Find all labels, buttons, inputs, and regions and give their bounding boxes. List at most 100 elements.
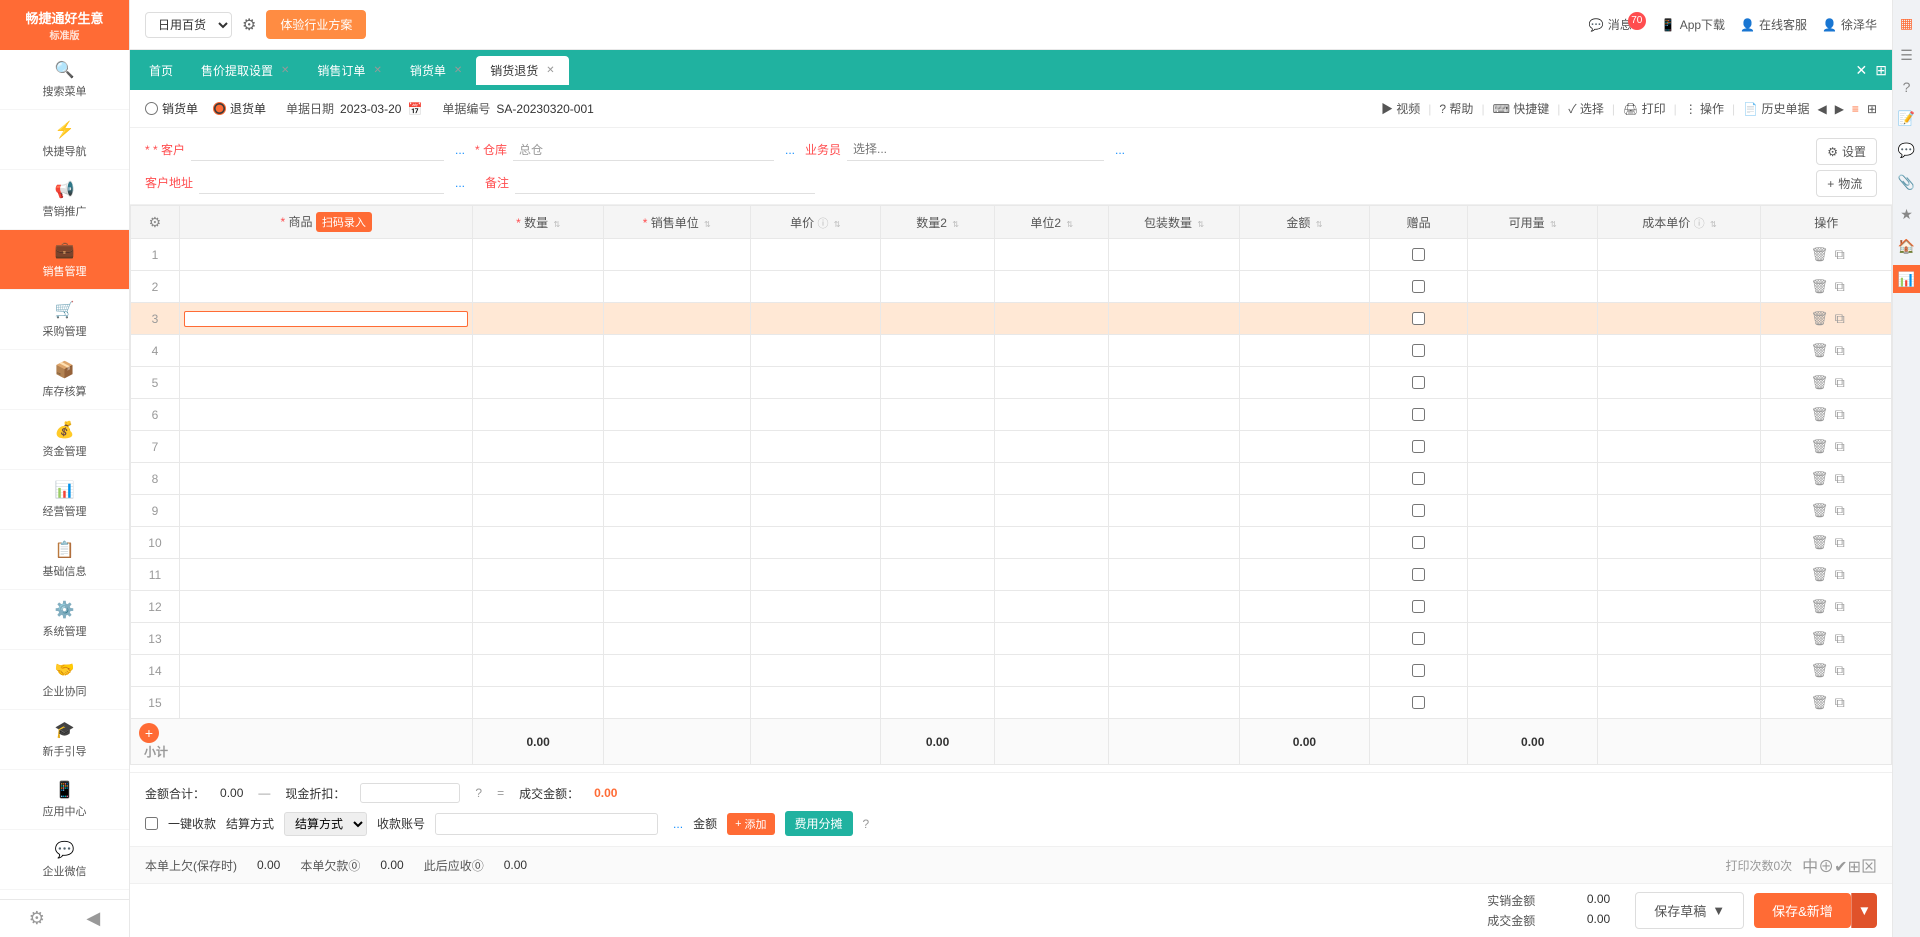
row-quantity[interactable] <box>473 463 603 495</box>
sidebar-item-shortcut[interactable]: ⚡快捷导航 <box>0 110 129 170</box>
row-qty2[interactable] <box>881 463 995 495</box>
fee-distribution-btn[interactable]: 费用分摊 <box>785 811 853 836</box>
row-qty2[interactable] <box>881 431 995 463</box>
address-input[interactable] <box>199 171 444 194</box>
one-click-payment-checkbox[interactable] <box>145 817 158 830</box>
gift-checkbox[interactable] <box>1412 344 1425 357</box>
row-product[interactable] <box>179 303 473 335</box>
sidebar-item-purchase[interactable]: 🛒采购管理 <box>0 290 129 350</box>
row-product[interactable] <box>179 463 473 495</box>
copy-row-btn[interactable]: ⧉ <box>1835 310 1845 326</box>
right-panel-star-icon[interactable]: ★ <box>1897 201 1916 228</box>
save-new-chevron[interactable]: ▼ <box>1851 893 1877 928</box>
row-unit[interactable] <box>603 335 750 367</box>
row-cost-price[interactable] <box>1598 623 1761 655</box>
tab-close-sales_order[interactable]: ✕ <box>373 65 381 76</box>
copy-row-btn[interactable]: ⧉ <box>1835 438 1845 454</box>
row-cost-price[interactable] <box>1598 495 1761 527</box>
row-amount[interactable] <box>1239 559 1369 591</box>
row-gift[interactable] <box>1370 623 1468 655</box>
row-pack-qty[interactable] <box>1109 623 1239 655</box>
row-available[interactable] <box>1467 655 1597 687</box>
settings-action-btn[interactable]: ⚙ 设置 <box>1816 138 1877 165</box>
account-input[interactable] <box>435 813 658 835</box>
row-product[interactable] <box>179 239 473 271</box>
sidebar-item-search[interactable]: 🔍搜索菜单 <box>0 50 129 110</box>
row-product[interactable] <box>179 559 473 591</box>
row-quantity[interactable] <box>473 431 603 463</box>
discount-input[interactable] <box>360 783 460 803</box>
row-unit[interactable] <box>603 559 750 591</box>
gift-checkbox[interactable] <box>1412 248 1425 261</box>
copy-row-btn[interactable]: ⧉ <box>1835 374 1845 390</box>
row-product[interactable] <box>179 335 473 367</box>
radio-delivery[interactable]: 销货单 <box>145 100 198 117</box>
restore-icon[interactable]: ⊞ <box>1875 62 1887 79</box>
warehouse-dots[interactable]: ... <box>785 143 795 157</box>
tab-close-sales_return[interactable]: ✕ <box>546 65 554 76</box>
row-product[interactable] <box>179 591 473 623</box>
row-pack-qty[interactable] <box>1109 399 1239 431</box>
row-qty2[interactable] <box>881 655 995 687</box>
row-amount[interactable] <box>1239 687 1369 719</box>
delete-row-btn[interactable]: 🗑 <box>1811 534 1829 550</box>
row-available[interactable] <box>1467 591 1597 623</box>
row-product[interactable] <box>179 623 473 655</box>
sort-price-icon[interactable]: ⇅ <box>834 220 841 229</box>
row-gift[interactable] <box>1370 495 1468 527</box>
sort-amount-icon[interactable]: ⇅ <box>1316 220 1323 229</box>
save-new-btn[interactable]: 保存&新增 <box>1754 893 1851 928</box>
right-panel-home-icon[interactable]: 🏠 <box>1895 233 1918 260</box>
gift-checkbox[interactable] <box>1412 600 1425 613</box>
cost-info-icon[interactable]: ⓘ <box>1694 218 1705 230</box>
print-btn[interactable]: 🖨 打印 <box>1623 100 1666 117</box>
row-available[interactable] <box>1467 687 1597 719</box>
gift-checkbox[interactable] <box>1412 472 1425 485</box>
delete-row-btn[interactable]: 🗑 <box>1811 438 1829 454</box>
row-price[interactable] <box>750 463 880 495</box>
row-quantity[interactable] <box>473 559 603 591</box>
row-price[interactable] <box>750 655 880 687</box>
delete-row-btn[interactable]: 🗑 <box>1811 342 1829 358</box>
copy-row-btn[interactable]: ⧉ <box>1835 566 1845 582</box>
right-panel-active-icon[interactable]: 📊 <box>1893 265 1920 293</box>
row-pack-qty[interactable] <box>1109 559 1239 591</box>
row-cost-price[interactable] <box>1598 367 1761 399</box>
row-quantity[interactable] <box>473 367 603 399</box>
tab-sales_return[interactable]: 销货退货✕ <box>476 56 568 85</box>
history-btn[interactable]: 📄 历史单据 <box>1743 100 1809 117</box>
row-cost-price[interactable] <box>1598 399 1761 431</box>
account-dots[interactable]: ... <box>673 817 683 831</box>
row-unit2[interactable] <box>995 591 1109 623</box>
row-pack-qty[interactable] <box>1109 463 1239 495</box>
row-amount[interactable] <box>1239 655 1369 687</box>
add-row-btn[interactable]: + <box>139 723 159 743</box>
right-panel-attach-icon[interactable]: 📎 <box>1895 169 1918 196</box>
row-qty2[interactable] <box>881 687 995 719</box>
row-product[interactable] <box>179 271 473 303</box>
row-unit2[interactable] <box>995 495 1109 527</box>
tab-close-price_settings[interactable]: ✕ <box>281 65 289 76</box>
row-amount[interactable] <box>1239 591 1369 623</box>
row-unit2[interactable] <box>995 335 1109 367</box>
row-unit[interactable] <box>603 495 750 527</box>
row-quantity[interactable] <box>473 239 603 271</box>
row-qty2[interactable] <box>881 271 995 303</box>
row-quantity[interactable] <box>473 271 603 303</box>
row-pack-qty[interactable] <box>1109 239 1239 271</box>
remark-input[interactable] <box>515 171 815 194</box>
row-amount[interactable] <box>1239 431 1369 463</box>
warehouse-input[interactable] <box>513 138 774 161</box>
row-available[interactable] <box>1467 431 1597 463</box>
copy-row-btn[interactable]: ⧉ <box>1835 534 1845 550</box>
delete-row-btn[interactable]: 🗑 <box>1811 470 1829 486</box>
row-cost-price[interactable] <box>1598 239 1761 271</box>
calendar-icon[interactable]: 📅 <box>407 102 422 116</box>
row-unit2[interactable] <box>995 463 1109 495</box>
row-price[interactable] <box>750 687 880 719</box>
row-qty2[interactable] <box>881 495 995 527</box>
row-qty2[interactable] <box>881 335 995 367</box>
sidebar-item-inventory[interactable]: 📦库存核算 <box>0 350 129 410</box>
row-product[interactable] <box>179 367 473 399</box>
gift-checkbox[interactable] <box>1412 632 1425 645</box>
